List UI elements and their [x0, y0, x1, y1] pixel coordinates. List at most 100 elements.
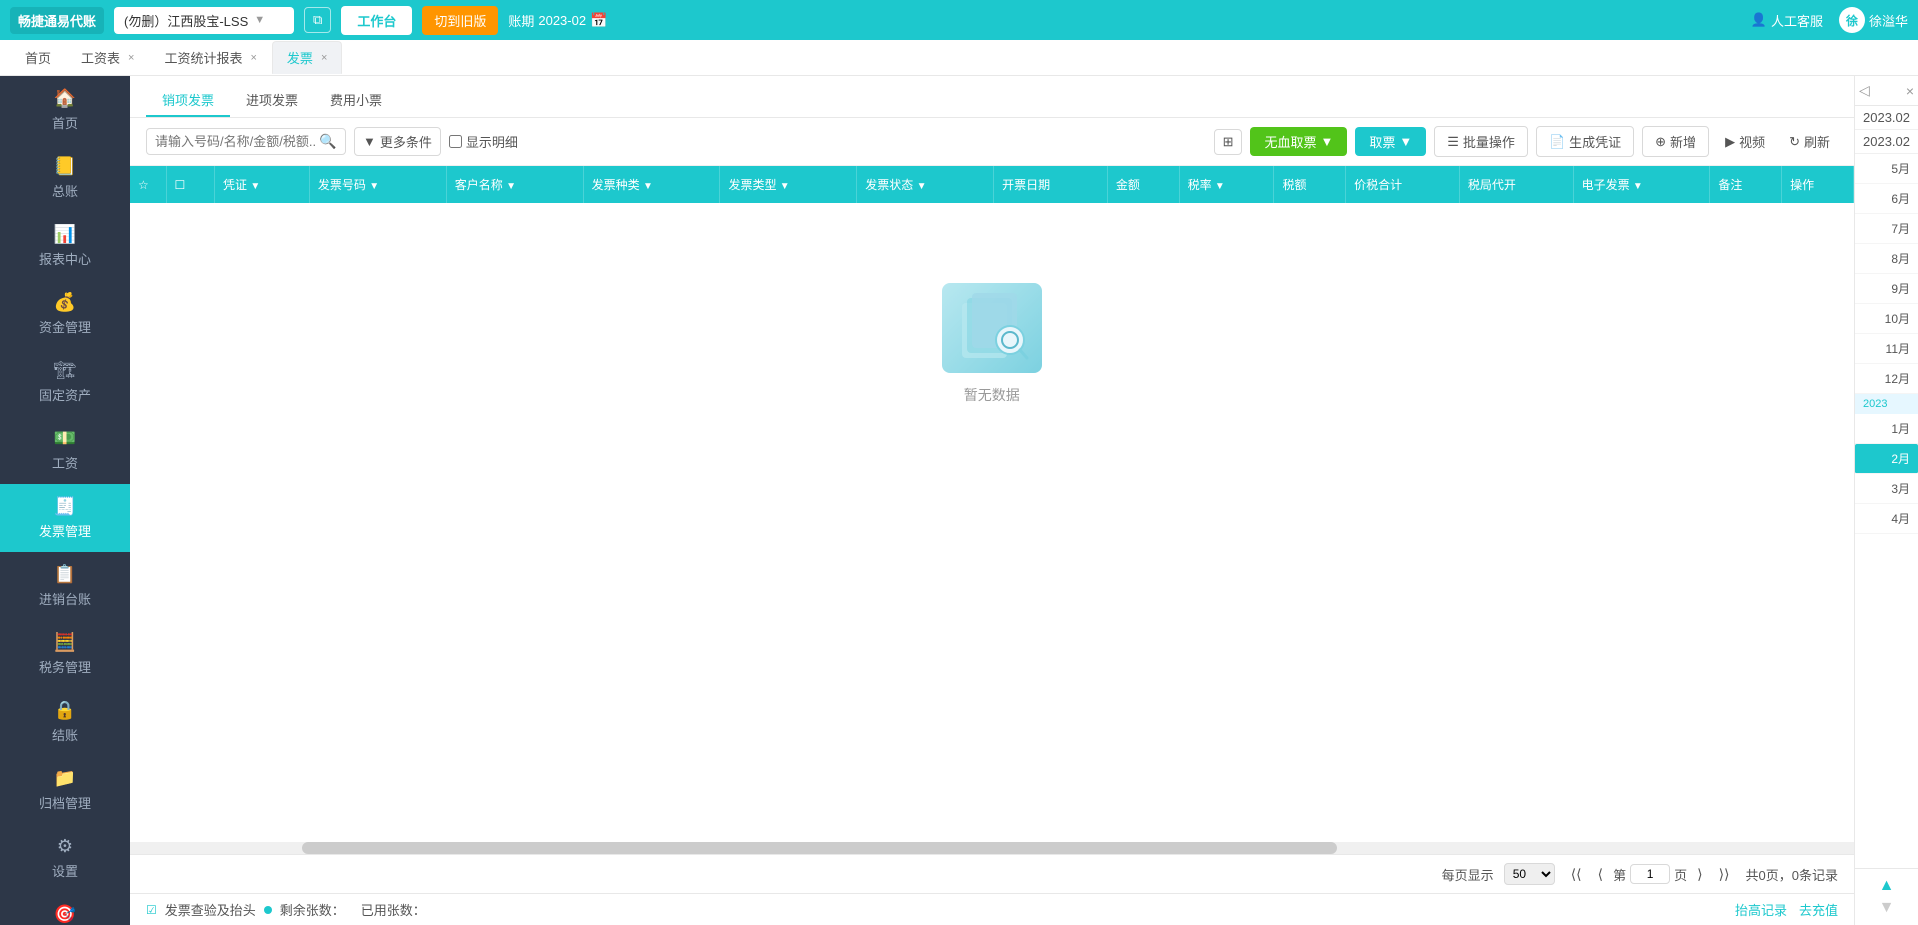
col-action[interactable]: 操作: [1782, 166, 1854, 203]
sub-tab-expense-ticket[interactable]: 费用小票: [314, 84, 398, 117]
sidebar-item-home[interactable]: 🏠 首页: [0, 76, 130, 144]
toolbar: 🔍 ▼ 更多条件 显示明细 ⊞ 无血取票 ▼ 取票 ▼: [130, 118, 1854, 166]
sidebar-item-general-ledger[interactable]: 📒 总账: [0, 144, 130, 212]
period-month-11[interactable]: 11月: [1855, 334, 1918, 364]
empty-illustration: [942, 283, 1042, 373]
col-remark[interactable]: 备注: [1710, 166, 1782, 203]
page-input[interactable]: [1630, 864, 1670, 884]
first-page-button[interactable]: ⟨⟨: [1565, 864, 1588, 885]
app-logo: 畅捷通易代账: [10, 7, 104, 34]
show-detail-checkbox[interactable]: 显示明细: [449, 132, 518, 151]
sidebar-item-payroll[interactable]: 💵 工资: [0, 416, 130, 484]
fixed-assets-icon: 🏗: [54, 360, 77, 381]
next-page-button[interactable]: ⟩: [1691, 864, 1708, 885]
period-expand-icon[interactable]: ◁: [1859, 82, 1870, 99]
user-info[interactable]: 徐 徐溢华: [1839, 7, 1908, 33]
sidebar-item-fixed-assets[interactable]: 🏗 固定资产: [0, 348, 130, 416]
col-invoice-no[interactable]: 发票号码 ▼: [309, 166, 446, 203]
sidebar-item-invoice[interactable]: 🧾 发票管理: [0, 484, 130, 552]
ai-service-button[interactable]: 👤 人工客服: [1751, 11, 1823, 30]
period-month-6[interactable]: 6月: [1855, 184, 1918, 214]
no-deduct-button[interactable]: 无血取票 ▼: [1250, 127, 1347, 156]
pagination: ⟨⟨ ⟨ 第 页 ⟩ ⟩⟩: [1565, 864, 1736, 885]
status-right: 抬高记录 去充值: [1735, 900, 1838, 919]
per-page-select[interactable]: 20 50 100: [1504, 863, 1555, 885]
prev-page-button[interactable]: ⟨: [1592, 864, 1609, 885]
close-books-icon: 🔒: [54, 700, 76, 721]
company-selector[interactable]: (勿删）江西股宝-LSS ▼: [114, 7, 294, 34]
period-month-9[interactable]: 9月: [1855, 274, 1918, 304]
gen-voucher-button[interactable]: 📄 生成凭证: [1536, 126, 1634, 157]
col-amount[interactable]: 金额: [1107, 166, 1179, 203]
col-tax-amount[interactable]: 税额: [1274, 166, 1346, 203]
period-down-icon[interactable]: ▼: [1879, 899, 1895, 917]
sidebar-item-sales[interactable]: 📋 进销台账: [0, 552, 130, 620]
ai-service-icon: 👤: [1751, 12, 1767, 28]
show-detail-check[interactable]: [449, 135, 462, 148]
col-voucher[interactable]: 凭证 ▼: [215, 166, 310, 203]
period-2023-month-3[interactable]: 3月: [1855, 474, 1918, 504]
sidebar-item-archive[interactable]: 📁 归档管理: [0, 756, 130, 824]
take-ticket-arrow-icon: ▼: [1399, 134, 1412, 149]
switch-version-button[interactable]: 切到旧版: [422, 6, 498, 35]
workbench-button[interactable]: 工作台: [341, 6, 412, 35]
batch-ops-button[interactable]: ☰ 批量操作: [1434, 126, 1528, 157]
settings-icon: ⚙: [57, 836, 73, 857]
period-close-icon[interactable]: ×: [1906, 83, 1914, 99]
col-electronic[interactable]: 电子发票 ▼: [1573, 166, 1710, 203]
col-star[interactable]: ☆: [130, 166, 166, 203]
grid-view-button[interactable]: ⊞: [1214, 129, 1243, 155]
sidebar-item-guide[interactable]: 🎯 新手引导: [0, 892, 130, 925]
copy-button[interactable]: ⧉: [304, 7, 331, 33]
tab-home[interactable]: 首页: [10, 41, 66, 74]
period-month-5[interactable]: 5月: [1855, 154, 1918, 184]
video-button[interactable]: ▶ 视频: [1717, 127, 1773, 156]
sidebar-item-funds[interactable]: 💰 资金管理: [0, 280, 130, 348]
tab-payroll-stats[interactable]: 工资统计报表 ×: [149, 41, 271, 74]
sidebar-item-settings[interactable]: ⚙ 设置: [0, 824, 130, 892]
period-month-12[interactable]: 12月: [1855, 364, 1918, 394]
search-input[interactable]: [155, 134, 315, 149]
scroll-thumb[interactable]: [302, 842, 1336, 854]
sidebar-item-close-books[interactable]: 🔒 结账: [0, 688, 130, 756]
col-tax-bureau[interactable]: 税局代开: [1459, 166, 1573, 203]
more-filter-button[interactable]: ▼ 更多条件: [354, 127, 441, 156]
new-button[interactable]: ⊕ 新增: [1642, 126, 1709, 157]
status-left: ☑ 发票查验及抬头 剩余张数： 已用张数：: [146, 900, 434, 919]
calendar-icon[interactable]: 📅: [590, 12, 607, 29]
period-month-10[interactable]: 10月: [1855, 304, 1918, 334]
tab-payroll[interactable]: 工资表 ×: [66, 41, 149, 74]
raise-record-link[interactable]: 抬高记录: [1735, 900, 1787, 919]
sidebar-item-tax[interactable]: 🧮 税务管理: [0, 620, 130, 688]
sales-icon: 📋: [54, 564, 76, 585]
period-month-8[interactable]: 8月: [1855, 244, 1918, 274]
period-2023-month-4[interactable]: 4月: [1855, 504, 1918, 534]
period-2023-month-1[interactable]: 1月: [1855, 414, 1918, 444]
col-invoice-type[interactable]: 发票种类 ▼: [583, 166, 720, 203]
tax-icon: 🧮: [54, 632, 76, 653]
col-ticket-type[interactable]: 发票类型 ▼: [720, 166, 857, 203]
recharge-link[interactable]: 去充值: [1799, 900, 1838, 919]
col-total[interactable]: 价税合计: [1346, 166, 1460, 203]
refresh-button[interactable]: ↻ 刷新: [1781, 127, 1838, 156]
tab-invoice-close-icon[interactable]: ×: [321, 52, 327, 64]
sub-tab-sales-invoice[interactable]: 销项发票: [146, 84, 230, 117]
col-tax-rate[interactable]: 税率 ▼: [1179, 166, 1274, 203]
period-up-icon[interactable]: ▲: [1879, 877, 1895, 895]
search-box[interactable]: 🔍: [146, 128, 346, 155]
sub-tab-purchase-invoice[interactable]: 进项发票: [230, 84, 314, 117]
sidebar-item-reports[interactable]: 📊 报表中心: [0, 212, 130, 280]
col-customer[interactable]: 客户名称 ▼: [446, 166, 583, 203]
col-status[interactable]: 发票状态 ▼: [857, 166, 994, 203]
take-ticket-button[interactable]: 取票 ▼: [1355, 127, 1426, 156]
tab-payroll-stats-close-icon[interactable]: ×: [250, 52, 256, 64]
tab-payroll-close-icon[interactable]: ×: [128, 52, 134, 64]
tab-invoice[interactable]: 发票 ×: [272, 41, 342, 74]
period-month-7[interactable]: 7月: [1855, 214, 1918, 244]
col-check[interactable]: ☐: [166, 166, 215, 203]
col-date[interactable]: 开票日期: [994, 166, 1108, 203]
search-icon[interactable]: 🔍: [319, 133, 336, 150]
last-page-button[interactable]: ⟩⟩: [1713, 864, 1736, 885]
period-2023-month-2[interactable]: 2月: [1855, 444, 1918, 474]
scroll-bar[interactable]: [130, 842, 1854, 854]
